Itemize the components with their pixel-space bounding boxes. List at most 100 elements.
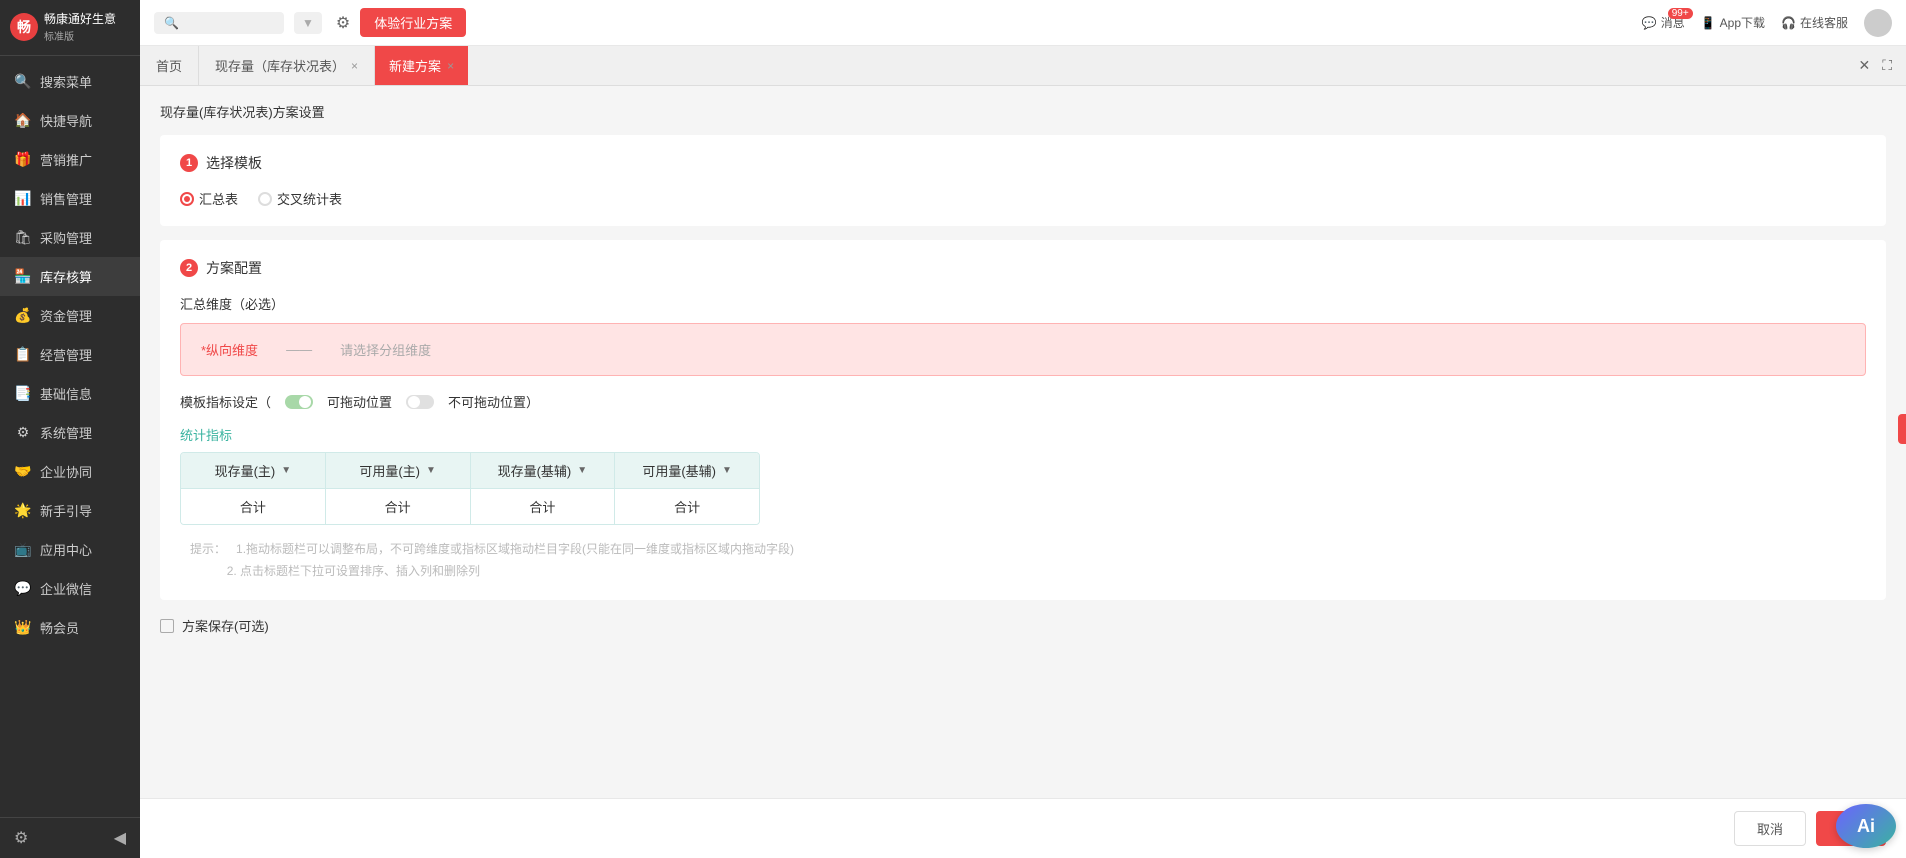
indicator-setting-label: 模板指标设定（: [180, 392, 271, 411]
sidebar-item-label: 企业协同: [40, 462, 92, 481]
tab-actions: ✕ ⛶: [1854, 53, 1906, 78]
sidebar-item-sales[interactable]: 📊 销售管理: [0, 179, 140, 218]
radio-summary-dot: [180, 192, 194, 206]
stats-cell-1-1: 合计: [181, 489, 326, 524]
step2-badge: 2: [180, 259, 198, 277]
sidebar-item-inventory[interactable]: 🏪 库存核算: [0, 257, 140, 296]
sidebar-item-label: 资金管理: [40, 306, 92, 325]
page-title: 现存量(库存状况表)方案设置: [160, 102, 1886, 121]
stats-header-row: 现存量(主) ▼ 可用量(主) ▼ 现存量(基辅) ▼ 可用量(基辅): [181, 453, 759, 488]
service-label: 在线客服: [1800, 14, 1848, 31]
message-icon: 💬: [1642, 16, 1657, 30]
col1-label: 现存量(主): [215, 461, 276, 480]
step1-header: 1 选择模板: [180, 153, 1866, 173]
sidebar-item-system[interactable]: ⚙ 系统管理: [0, 413, 140, 452]
col4-chevron[interactable]: ▼: [722, 465, 732, 476]
tab-expand-icon[interactable]: ⛶: [1878, 53, 1896, 78]
message-btn[interactable]: 💬 消息 99+: [1642, 14, 1685, 31]
sidebar-item-finance[interactable]: 💰 资金管理: [0, 296, 140, 335]
step1-title: 选择模板: [206, 153, 262, 173]
trial-btn[interactable]: 体验行业方案: [360, 8, 466, 37]
sidebar-item-purchase[interactable]: 🛍 采购管理: [0, 218, 140, 257]
search-menu-icon: 🔍: [14, 72, 32, 90]
sidebar-item-label: 企业微信: [40, 579, 92, 598]
tab-home[interactable]: 首页: [140, 46, 199, 85]
radio-cross-dot: [258, 192, 272, 206]
sidebar-item-label: 采购管理: [40, 228, 92, 247]
drag-toggle[interactable]: [285, 395, 313, 409]
sidebar-item-quicknav[interactable]: 🏠 快捷导航: [0, 101, 140, 140]
sidebar-nav: 🔍 搜索菜单 🏠 快捷导航 🎁 营销推广 📊 销售管理 🛍 采购管理 🏪 库存核…: [0, 56, 140, 817]
topbar-dropdown[interactable]: ▼: [294, 12, 322, 34]
col4-label: 可用量(基辅): [642, 461, 716, 480]
radio-summary-table[interactable]: 汇总表: [180, 189, 238, 208]
user-avatar[interactable]: [1864, 9, 1892, 37]
sidebar-item-basic-info[interactable]: 📑 基础信息: [0, 374, 140, 413]
radio-cross-table[interactable]: 交叉统计表: [258, 189, 342, 208]
topbar-search[interactable]: 🔍: [154, 12, 284, 34]
tab-new-plan[interactable]: 新建方案 ×: [375, 46, 468, 85]
hint-prefix-1: 提示：: [190, 542, 233, 556]
tab-new-label: 新建方案: [389, 56, 441, 75]
drag-toggle-label: 可拖动位置: [327, 392, 392, 411]
col3-chevron[interactable]: ▼: [577, 465, 587, 476]
management-icon: 📋: [14, 345, 32, 363]
footer: 取消 查询: [140, 798, 1906, 858]
apps-icon: 📺: [14, 540, 32, 558]
collapse-icon[interactable]: ◀: [114, 828, 126, 848]
stats-header-col3[interactable]: 现存量(基辅) ▼: [471, 453, 616, 488]
sidebar-item-label: 搜索菜单: [40, 72, 92, 91]
cancel-button[interactable]: 取消: [1734, 811, 1806, 846]
gift-icon: 🎁: [14, 150, 32, 168]
mobile-icon: 📱: [1701, 16, 1716, 30]
indicator-setting: 模板指标设定（ 可拖动位置 不可拖动位置）: [180, 392, 1866, 411]
dim-required: *纵向维度: [201, 340, 258, 359]
step1-section: 1 选择模板 汇总表 交叉统计表: [160, 135, 1886, 226]
tab-new-close[interactable]: ×: [447, 59, 454, 73]
hint-text-1: 1.拖动标题栏可以调整布局，不可跨维度或指标区域拖动栏目字段(只能在同一维度或指…: [236, 542, 794, 556]
radio-cross-label: 交叉统计表: [277, 189, 342, 208]
stats-cell-1-4: 合计: [615, 489, 759, 524]
stats-header-col2[interactable]: 可用量(主) ▼: [326, 453, 471, 488]
app-download-btn[interactable]: 📱 App下载: [1701, 14, 1765, 31]
tab-inventory-status[interactable]: 现存量（库存状况表） ×: [199, 46, 375, 85]
dropdown-label: ▼: [302, 16, 314, 30]
sidebar-item-management[interactable]: 📋 经营管理: [0, 335, 140, 374]
ai-badge[interactable]: Ai: [1836, 804, 1896, 848]
col1-chevron[interactable]: ▼: [281, 465, 291, 476]
stats-header-col4[interactable]: 可用量(基辅) ▼: [615, 453, 759, 488]
sidebar-item-label: 经营管理: [40, 345, 92, 364]
tab-close-icon[interactable]: ✕: [1854, 53, 1874, 78]
sidebar-item-marketing[interactable]: 🎁 营销推广: [0, 140, 140, 179]
save-checkbox[interactable]: [160, 619, 174, 633]
sidebar-item-label: 库存核算: [40, 267, 92, 286]
sales-icon: 📊: [14, 189, 32, 207]
stats-header-col1[interactable]: 现存量(主) ▼: [181, 453, 326, 488]
inventory-icon: 🏪: [14, 267, 32, 285]
col2-chevron[interactable]: ▼: [426, 465, 436, 476]
tab-inventory-close[interactable]: ×: [351, 59, 358, 73]
sidebar-item-guide[interactable]: 🌟 新手引导: [0, 491, 140, 530]
dimension-box[interactable]: *纵向维度 —— 请选择分组维度: [180, 323, 1866, 376]
step2-title: 方案配置: [206, 258, 262, 278]
sidebar-item-apps[interactable]: 📺 应用中心: [0, 530, 140, 569]
step1-badge: 1: [180, 154, 198, 172]
hint-2: 2. 点击标题栏下拉可设置排序、插入列和删除列: [180, 561, 1866, 583]
right-scroll-handle[interactable]: [1898, 414, 1906, 444]
sidebar-item-search[interactable]: 🔍 搜索菜单: [0, 62, 140, 101]
wechat-icon: 💬: [14, 579, 32, 597]
sidebar-item-wechat[interactable]: 💬 企业微信: [0, 569, 140, 608]
gear-icon[interactable]: ⚙: [336, 13, 350, 33]
online-service-btn[interactable]: 🎧 在线客服: [1781, 14, 1848, 31]
col2-label: 可用量(主): [359, 461, 420, 480]
settings-icon[interactable]: ⚙: [14, 828, 28, 848]
sidebar-item-enterprise[interactable]: 🤝 企业协同: [0, 452, 140, 491]
dimension-label: 汇总维度（必选）: [180, 294, 1866, 313]
stats-cell-1-3: 合计: [471, 489, 616, 524]
sidebar-item-member[interactable]: 👑 畅会员: [0, 608, 140, 647]
col3-label: 现存量(基辅): [498, 461, 572, 480]
no-drag-toggle[interactable]: [406, 395, 434, 409]
system-icon: ⚙: [14, 423, 32, 441]
step2-section: 2 方案配置 汇总维度（必选） *纵向维度 —— 请选择分组维度 模板指标设定（…: [160, 240, 1886, 600]
topbar-right: 💬 消息 99+ 📱 App下载 🎧 在线客服: [1642, 9, 1892, 37]
